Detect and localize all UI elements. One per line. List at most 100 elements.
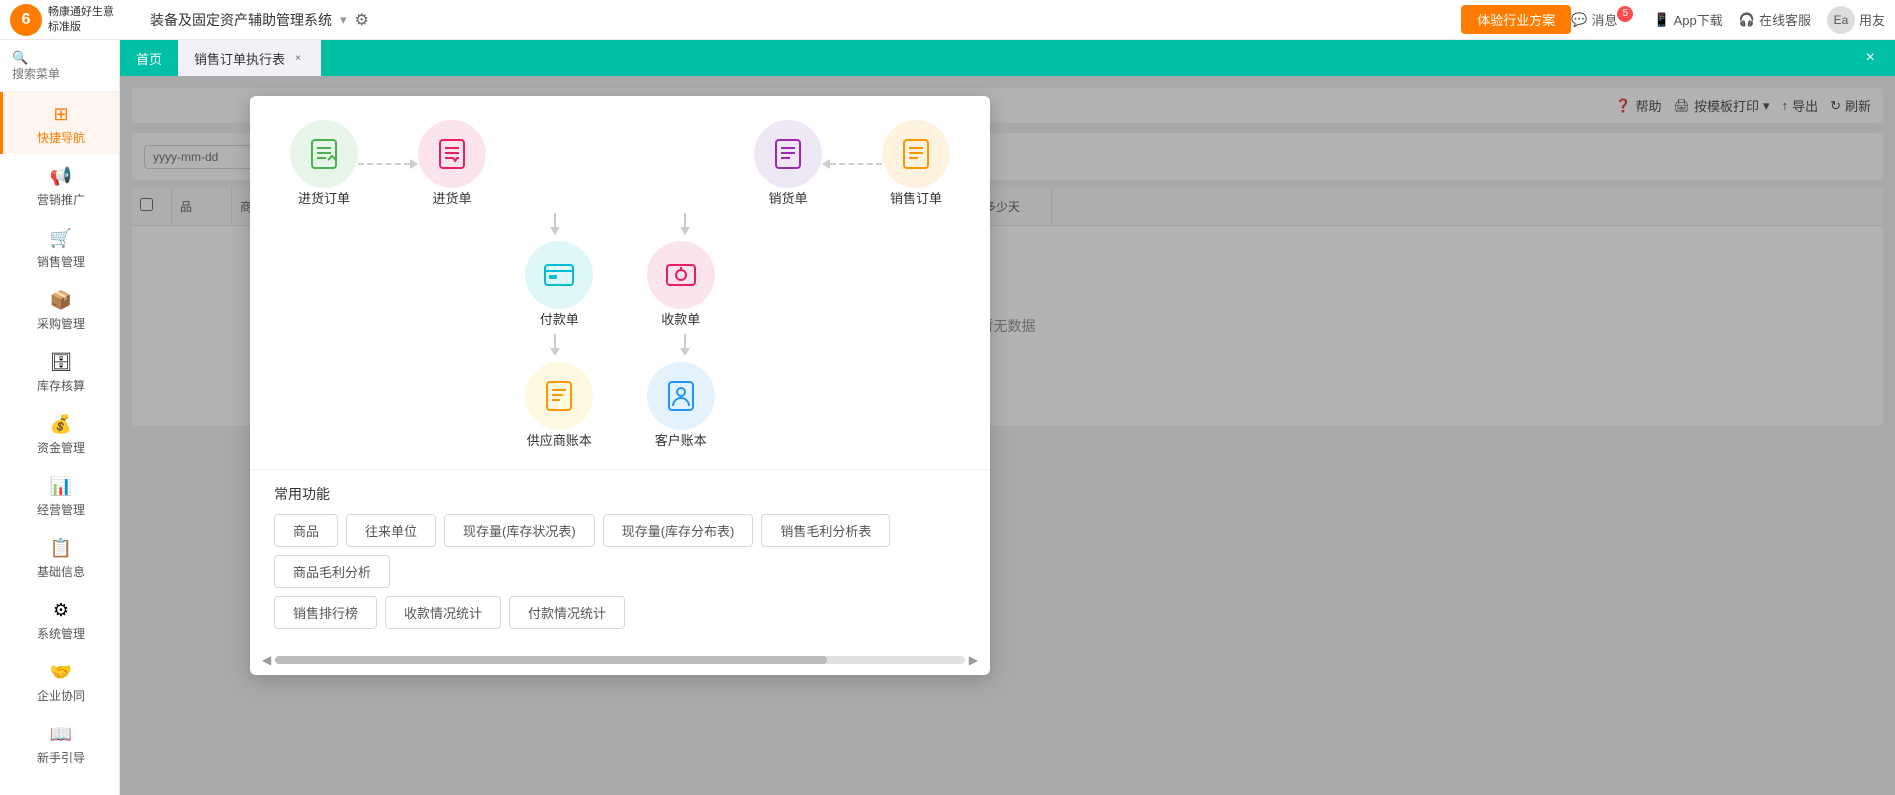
service-icon: 🎧: [1739, 12, 1755, 28]
sales-exec-tab-label: 销售订单执行表: [194, 49, 285, 68]
sales-bill-label: 销货单: [768, 188, 807, 207]
sidebar: 🔍 ⊞ 快捷导航 📢 营销推广 🛒 销售管理 📦 采购管理 🗄 库存核算 💰 资…: [0, 40, 120, 795]
operations-icon: 📊: [50, 476, 72, 497]
sidebar-item-sales[interactable]: 🛒 销售管理: [0, 216, 119, 278]
flow-node-receipt[interactable]: 收款单: [647, 241, 715, 328]
scrollbar-thumb[interactable]: [275, 656, 827, 664]
sidebar-item-purchase[interactable]: 📦 采购管理: [0, 278, 119, 340]
supplier-ledger-circle: [525, 362, 593, 430]
finance-icon: 💰: [50, 414, 72, 435]
supplier-ledger-label: 供应商账本: [527, 430, 592, 449]
sidebar-label-finance: 资金管理: [37, 439, 85, 456]
sidebar-item-finance[interactable]: 💰 资金管理: [0, 402, 119, 464]
sidebar-item-basic-info[interactable]: 📋 基础信息: [0, 526, 119, 588]
purchase-order-label: 进货订单: [298, 188, 350, 207]
window-close-icon[interactable]: ×: [1858, 49, 1883, 66]
page-content: ❓ 帮助 🖨 按模板打印 ▾ ↑ 导出 ↻ 刷新: [120, 76, 1895, 795]
purchase-bill-label: 进货单: [432, 188, 471, 207]
logo-area: 6 畅康通好生意 标准版: [10, 4, 130, 36]
user-action[interactable]: Ea 用友: [1827, 6, 1885, 34]
purchase-order-circle: [290, 120, 358, 188]
sidebar-label-enterprise: 企业协同: [37, 687, 85, 704]
app-download-action[interactable]: 📱 App下载: [1653, 10, 1722, 29]
flow-node-purchase-order[interactable]: 进货订单: [290, 120, 358, 207]
tab-home[interactable]: 首页: [120, 40, 178, 76]
modal-overlay[interactable]: 进货订单 进货单: [120, 76, 1895, 795]
func-btn-receipt-stats[interactable]: 收款情况统计: [385, 596, 501, 629]
content-area: 首页 销售订单执行表 × × ❓ 帮助 🖨 按模板打印 ▾: [120, 40, 1895, 795]
message-icon: 💬: [1571, 12, 1587, 28]
sidebar-label-guide: 新手引导: [37, 749, 85, 766]
customer-ledger-label: 客户账本: [655, 430, 707, 449]
inventory-icon: 🗄: [50, 352, 73, 373]
func-btn-payment-stats[interactable]: 付款情况统计: [509, 596, 625, 629]
scroll-right-icon[interactable]: ▶: [969, 653, 978, 667]
payment-label: 付款单: [540, 309, 579, 328]
sidebar-label-system: 系统管理: [37, 625, 85, 642]
tab-sales-exec[interactable]: 销售订单执行表 ×: [178, 40, 321, 76]
func-btn-counterpart[interactable]: 往来单位: [346, 514, 436, 547]
enterprise-icon: 🤝: [50, 662, 72, 683]
flow-node-purchase-bill[interactable]: 进货单: [418, 120, 486, 207]
sidebar-search[interactable]: 🔍: [0, 40, 119, 92]
user-label: 用友: [1859, 10, 1885, 29]
tab-bar: 首页 销售订单执行表 × ×: [120, 40, 1895, 76]
arrow-down-sales-bill: [680, 213, 690, 235]
sidebar-item-guide[interactable]: 📖 新手引导: [0, 712, 119, 774]
func-btn-sales-margin[interactable]: 销售毛利分析表: [761, 514, 890, 547]
system-title-area: 装备及固定资产辅助管理系统 ▾ ⚙: [130, 10, 1461, 30]
sales-order-label: 销售订单: [890, 188, 942, 207]
common-functions-section: 常用功能 商品 往来单位 现存量(库存状况表) 现存量(库存分布表) 销售毛利分…: [250, 469, 990, 649]
sidebar-label-marketing: 营销推广: [37, 191, 85, 208]
func-buttons-row1: 商品 往来单位 现存量(库存状况表) 现存量(库存分布表) 销售毛利分析表 商品…: [274, 514, 966, 588]
flow-node-customer-ledger[interactable]: 客户账本: [647, 362, 715, 449]
settings-icon[interactable]: ⚙: [355, 10, 369, 30]
app-download-label: App下载: [1674, 10, 1723, 29]
func-btn-sales-ranking[interactable]: 销售排行榜: [274, 596, 377, 629]
tab-close-icon[interactable]: ×: [291, 51, 305, 65]
download-icon: 📱: [1653, 12, 1669, 28]
func-btn-product[interactable]: 商品: [274, 514, 338, 547]
arrow-sales-order-to-bill: [822, 159, 882, 169]
sidebar-label-basic-info: 基础信息: [37, 563, 85, 580]
sidebar-item-marketing[interactable]: 📢 营销推广: [0, 154, 119, 216]
sidebar-item-operations[interactable]: 📊 经营管理: [0, 464, 119, 526]
flow-node-sales-order[interactable]: 销售订单: [882, 120, 950, 207]
message-label: 消息: [1591, 10, 1617, 29]
sidebar-item-system[interactable]: ⚙ 系统管理: [0, 588, 119, 650]
sidebar-label-operations: 经营管理: [37, 501, 85, 518]
func-btn-product-margin[interactable]: 商品毛利分析: [274, 555, 390, 588]
sidebar-item-quick-nav[interactable]: ⊞ 快捷导航: [0, 92, 119, 154]
logo-text: 畅康通好生意 标准版: [48, 5, 114, 34]
sidebar-item-inventory[interactable]: 🗄 库存核算: [0, 340, 119, 402]
online-service-action[interactable]: 🎧 在线客服: [1739, 10, 1811, 29]
search-input[interactable]: [12, 67, 107, 81]
message-badge: 5: [1617, 6, 1633, 22]
modal-scrollbar: ◀ ▶: [250, 649, 990, 675]
receipt-circle: [647, 241, 715, 309]
arrow-down-receipt: [680, 334, 690, 356]
system-icon: ⚙: [53, 600, 69, 621]
flow-node-sales-bill[interactable]: 销货单: [754, 120, 822, 207]
sales-order-circle: [882, 120, 950, 188]
message-action[interactable]: 💬 消息 5: [1571, 10, 1637, 29]
receipt-label: 收款单: [661, 309, 700, 328]
arrow-purchase-order-to-bill: [358, 159, 418, 169]
flow-node-supplier-ledger[interactable]: 供应商账本: [525, 362, 593, 449]
sidebar-item-enterprise[interactable]: 🤝 企业协同: [0, 650, 119, 712]
system-dropdown-icon[interactable]: ▾: [340, 12, 347, 28]
func-btn-stock-status[interactable]: 现存量(库存状况表): [444, 514, 595, 547]
func-btn-stock-dist[interactable]: 现存量(库存分布表): [603, 514, 754, 547]
sidebar-label-sales: 销售管理: [37, 253, 85, 270]
sales-bill-circle: [754, 120, 822, 188]
common-funcs-title: 常用功能: [274, 470, 966, 514]
flow-node-payment[interactable]: 付款单: [525, 241, 593, 328]
topbar-right: 💬 消息 5 📱 App下载 🎧 在线客服 Ea 用友: [1571, 6, 1885, 34]
scroll-left-icon[interactable]: ◀: [262, 653, 271, 667]
online-service-label: 在线客服: [1759, 10, 1811, 29]
trial-button[interactable]: 体验行业方案: [1461, 5, 1571, 34]
guide-icon: 📖: [50, 724, 72, 745]
sidebar-label-purchase: 采购管理: [37, 315, 85, 332]
scrollbar-track[interactable]: [275, 656, 965, 664]
main-layout: 🔍 ⊞ 快捷导航 📢 营销推广 🛒 销售管理 📦 采购管理 🗄 库存核算 💰 资…: [0, 40, 1895, 795]
